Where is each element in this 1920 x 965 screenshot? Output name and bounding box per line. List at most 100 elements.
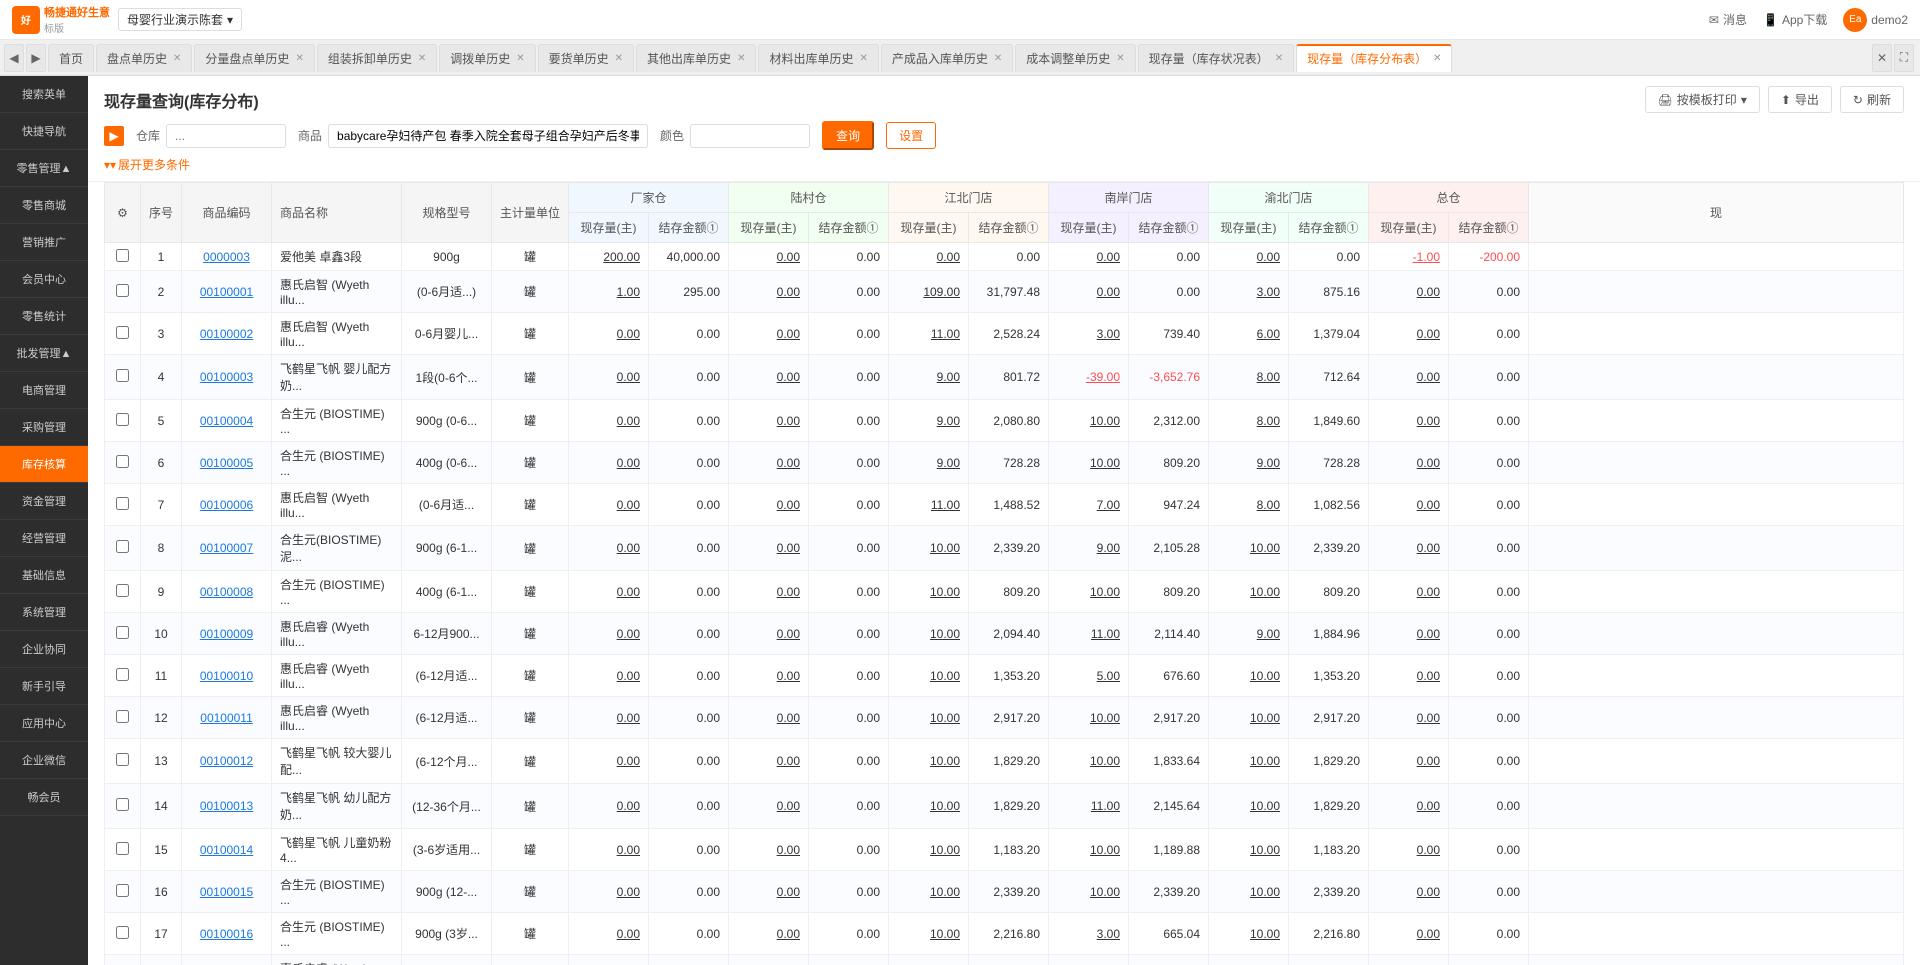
collapse-btn[interactable]: ▶ [104, 126, 124, 146]
sidebar-item-9[interactable]: 采购管理 [0, 409, 88, 446]
row-checkbox-11[interactable] [116, 710, 129, 723]
td-xian [1529, 613, 1904, 655]
sidebar-item-6[interactable]: 零售统计 [0, 298, 88, 335]
td-nanan-amt: 2,114.40 [1129, 613, 1209, 655]
query-btn[interactable]: 查询 [822, 121, 874, 150]
sidebar-item-8[interactable]: 电商管理 [0, 372, 88, 409]
gear-icon[interactable]: ⚙ [117, 206, 128, 220]
tab-item-1[interactable]: 盘点单历史✕ [96, 44, 192, 72]
sidebar-item-4[interactable]: 营销推广 [0, 224, 88, 261]
sidebar-item-15[interactable]: 企业协同 [0, 631, 88, 668]
tab-label-11: 现存量（库存分布表） [1307, 50, 1427, 67]
row-checkbox-6[interactable] [116, 497, 129, 510]
row-checkbox-8[interactable] [116, 584, 129, 597]
sidebar-item-7[interactable]: 批发管理▲ [0, 335, 88, 372]
sidebar-item-0[interactable]: 搜索英单 [0, 76, 88, 113]
setting-btn[interactable]: 设置 [886, 122, 936, 149]
td-yubei-num: 10.00 [1209, 526, 1289, 571]
export-btn[interactable]: ⬆ 导出 [1768, 86, 1832, 113]
tab-close-5[interactable]: ✕ [615, 53, 623, 64]
row-checkbox-9[interactable] [116, 626, 129, 639]
tab-prev-btn[interactable]: ◀ [4, 44, 24, 72]
sidebar-item-13[interactable]: 基础信息 [0, 557, 88, 594]
row-checkbox-7[interactable] [116, 540, 129, 553]
tab-close-11[interactable]: ✕ [1433, 53, 1441, 64]
sidebar-item-11[interactable]: 资金管理 [0, 483, 88, 520]
td-lucunCang-num: 0.00 [729, 613, 809, 655]
app-download-item[interactable]: 📱 App下载 [1763, 11, 1827, 28]
sidebar-item-16[interactable]: 新手引导 [0, 668, 88, 705]
tab-item-5[interactable]: 要货单历史✕ [538, 44, 634, 72]
td-lucunCang-amt: 0.00 [809, 571, 889, 613]
row-checkbox-4[interactable] [116, 413, 129, 426]
td-jiangbei-num: 10.00 [889, 697, 969, 739]
sidebar-item-1[interactable]: 快捷导航 [0, 113, 88, 150]
tab-item-11[interactable]: 现存量（库存分布表） ✕ [1296, 44, 1452, 72]
sidebar-item-19[interactable]: 畅会员 [0, 779, 88, 816]
tab-close-7[interactable]: ✕ [859, 53, 867, 64]
row-checkbox-2[interactable] [116, 326, 129, 339]
row-checkbox-0[interactable] [116, 249, 129, 262]
tab-close-2[interactable]: ✕ [295, 53, 303, 64]
tab-item-10[interactable]: 现存量（库存状况表）✕ [1138, 44, 1294, 72]
tab-close-9[interactable]: ✕ [1116, 53, 1124, 64]
tab-next-btn[interactable]: ▶ [26, 44, 46, 72]
expand-conditions-btn[interactable]: ▾▾ 展开更多条件 [104, 156, 1904, 173]
td-yubei-amt: 1,829.20 [1289, 739, 1369, 784]
tab-item-4[interactable]: 调拨单历史✕ [439, 44, 535, 72]
td-yubei-amt: 1,829.20 [1289, 784, 1369, 829]
row-checkbox-3[interactable] [116, 369, 129, 382]
tab-item-2[interactable]: 分量盘点单历史✕ [194, 44, 314, 72]
td-yubei-num: 9.00 [1209, 442, 1289, 484]
tab-expand-btn[interactable]: ⛶ [1894, 44, 1914, 72]
tab-close-6[interactable]: ✕ [737, 53, 745, 64]
row-checkbox-10[interactable] [116, 668, 129, 681]
tab-item-0[interactable]: 首页 [48, 44, 94, 72]
sidebar-item-18[interactable]: 企业微信 [0, 742, 88, 779]
warehouse-input[interactable] [166, 124, 286, 148]
td-lucunCang-num: 0.00 [729, 829, 809, 871]
sidebar-item-2[interactable]: 零售管理▲ [0, 150, 88, 187]
tab-item-7[interactable]: 材料出库单历史✕ [758, 44, 878, 72]
tab-close-3[interactable]: ✕ [418, 53, 426, 64]
sidebar-item-5[interactable]: 会员中心 [0, 261, 88, 298]
breadcrumb-selector[interactable]: 母婴行业演示陈套 ▾ [118, 8, 242, 31]
color-input[interactable] [690, 124, 810, 148]
tab-close-4[interactable]: ✕ [516, 53, 524, 64]
sidebar-item-3[interactable]: 零售商城 [0, 187, 88, 224]
td-nanan-num: 7.00 [1049, 484, 1129, 526]
tab-item-8[interactable]: 产成品入库单历史✕ [881, 44, 1013, 72]
message-item[interactable]: ✉ 消息 [1709, 11, 1747, 28]
tab-close-10[interactable]: ✕ [1275, 53, 1283, 64]
row-checkbox-13[interactable] [116, 798, 129, 811]
tab-close-8[interactable]: ✕ [994, 53, 1002, 64]
tab-item-9[interactable]: 成本调整单历史✕ [1015, 44, 1135, 72]
tab-close-all-btn[interactable]: ✕ [1872, 44, 1892, 72]
print-btn[interactable]: 🖨 按模板打印 ▾ [1645, 86, 1760, 113]
sidebar-item-12[interactable]: 经营管理 [0, 520, 88, 557]
row-checkbox-14[interactable] [116, 842, 129, 855]
user-item[interactable]: Ea demo2 [1843, 8, 1908, 32]
table-row: 11 00100010 惠氏启睿 (Wyeth illu... (6-12月适.… [105, 655, 1904, 697]
td-jiangbei-amt: 2,216.80 [969, 913, 1049, 955]
refresh-btn[interactable]: ↻ 刷新 [1840, 86, 1904, 113]
td-code: 0000003 [182, 243, 272, 271]
sidebar-item-17[interactable]: 应用中心 [0, 705, 88, 742]
goods-input[interactable] [328, 124, 648, 148]
sidebar-item-14[interactable]: 系统管理 [0, 594, 88, 631]
row-checkbox-15[interactable] [116, 884, 129, 897]
sidebar: 搜索英单快捷导航零售管理▲零售商城营销推广会员中心零售统计批发管理▲电商管理采购… [0, 76, 88, 965]
tab-item-3[interactable]: 组装拆卸单历史✕ [317, 44, 437, 72]
row-checkbox-5[interactable] [116, 455, 129, 468]
table-row: 2 00100001 惠氏启智 (Wyeth illu... (0-6月适...… [105, 271, 1904, 313]
sidebar-item-10[interactable]: 库存核算 [0, 446, 88, 483]
tab-close-1[interactable]: ✕ [173, 53, 181, 64]
row-checkbox-1[interactable] [116, 284, 129, 297]
row-checkbox-12[interactable] [116, 753, 129, 766]
td-lucunCang-amt: 0.00 [809, 243, 889, 271]
td-spec: 900g (12-... [402, 871, 492, 913]
row-checkbox-16[interactable] [116, 926, 129, 939]
tab-item-6[interactable]: 其他出库单历史✕ [636, 44, 756, 72]
td-yubei-amt: 728.28 [1289, 442, 1369, 484]
td-changjiaCun-num: 0.00 [569, 784, 649, 829]
